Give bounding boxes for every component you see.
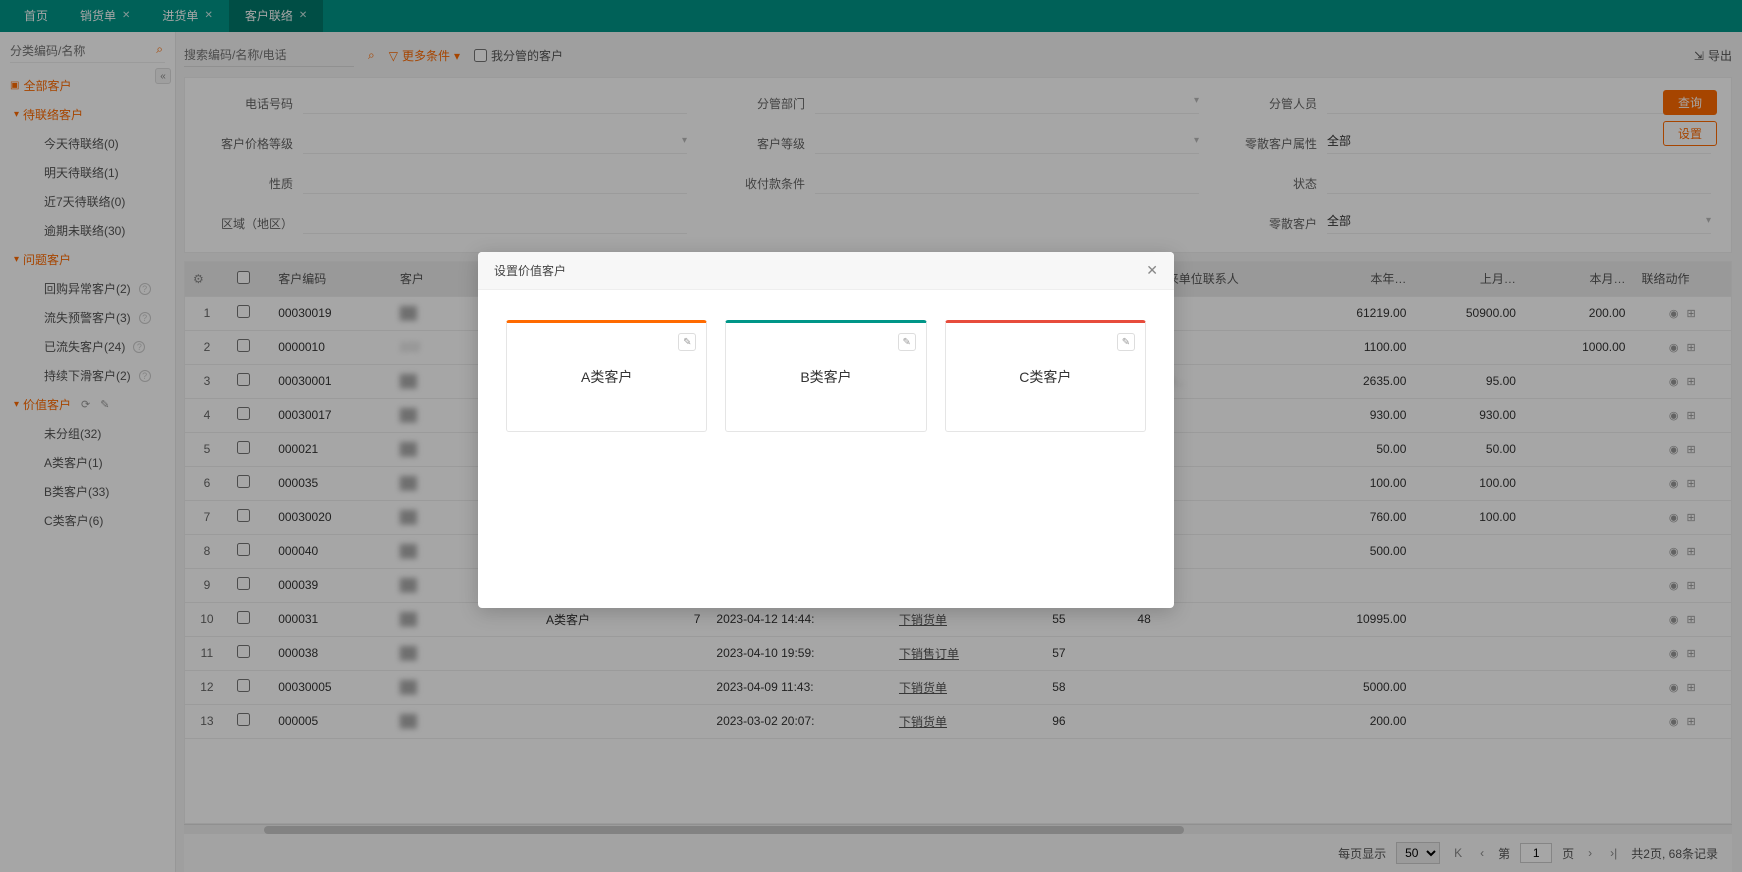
edit-icon[interactable]: ✎ (1117, 333, 1135, 351)
card-b-customer[interactable]: ✎ B类客户 (725, 320, 926, 432)
card-label: A类客户 (581, 367, 632, 387)
edit-icon[interactable]: ✎ (678, 333, 696, 351)
close-icon[interactable]: ✕ (1146, 262, 1158, 279)
value-customer-modal: 设置价值客户 ✕ ✎ A类客户 ✎ B类客户 ✎ C类客户 (478, 252, 1174, 608)
card-a-customer[interactable]: ✎ A类客户 (506, 320, 707, 432)
card-c-customer[interactable]: ✎ C类客户 (945, 320, 1146, 432)
card-label: B类客户 (800, 367, 851, 387)
edit-icon[interactable]: ✎ (898, 333, 916, 351)
card-label: C类客户 (1019, 367, 1071, 387)
modal-title: 设置价值客户 (494, 262, 566, 279)
